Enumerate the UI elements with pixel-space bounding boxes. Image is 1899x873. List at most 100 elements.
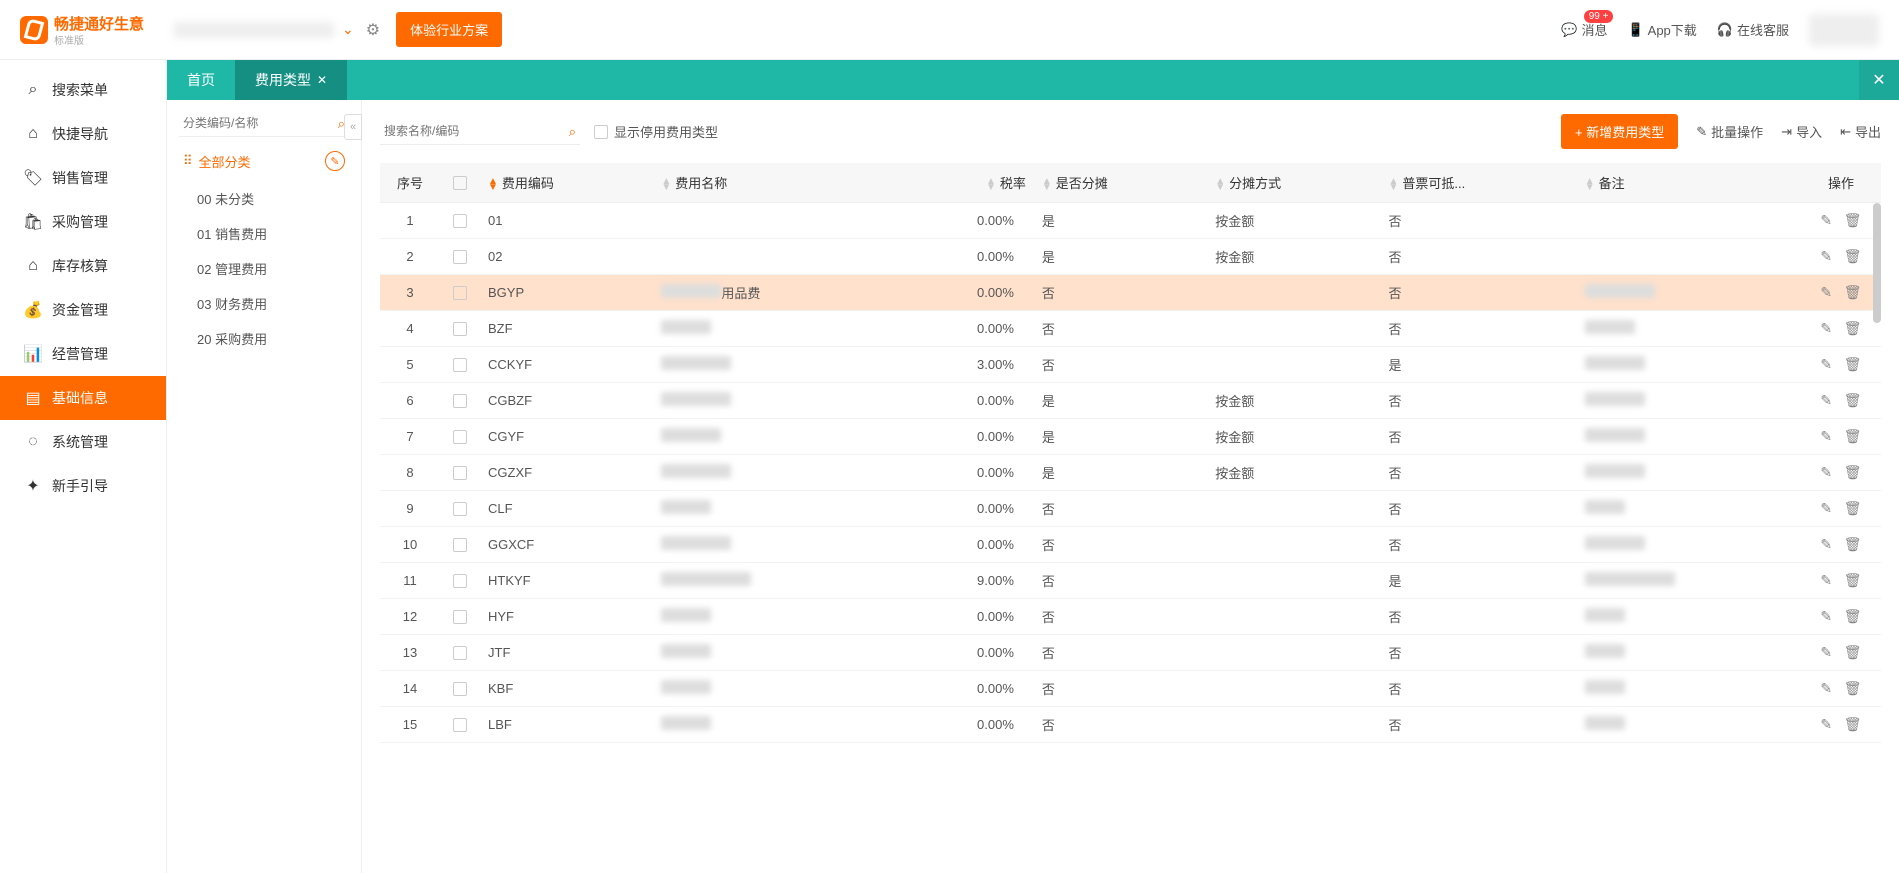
cell-checkbox[interactable] xyxy=(440,419,480,455)
edit-icon[interactable]: ✎ xyxy=(1820,212,1832,228)
edit-icon[interactable]: ✎ xyxy=(1820,320,1832,336)
table-row[interactable]: 14 KBF 0.00% 否 否 ✎ 🗑 xyxy=(380,671,1881,707)
tab-0[interactable]: 首页 xyxy=(167,60,235,100)
delete-icon[interactable]: 🗑 xyxy=(1844,392,1862,408)
table-row[interactable]: 11 HTKYF 9.00% 否 是 ✎ 🗑 xyxy=(380,563,1881,599)
category-item-0[interactable]: 00 未分类 xyxy=(179,181,349,216)
delete-icon[interactable]: 🗑 xyxy=(1844,500,1862,516)
cell-checkbox[interactable] xyxy=(440,383,480,419)
table-row[interactable]: 8 CGZXF 0.00% 是 按金额 否 ✎ 🗑 xyxy=(380,455,1881,491)
tabbar-close-icon[interactable]: ✕ xyxy=(1859,60,1899,100)
edit-icon[interactable]: ✎ xyxy=(1820,680,1832,696)
category-item-3[interactable]: 03 财务费用 xyxy=(179,286,349,321)
cell-checkbox[interactable] xyxy=(440,311,480,347)
cell-checkbox[interactable] xyxy=(440,275,480,311)
collapse-handle[interactable]: « xyxy=(344,114,362,140)
cell-checkbox[interactable] xyxy=(440,707,480,743)
scrollbar[interactable] xyxy=(1873,203,1881,323)
cell-checkbox[interactable] xyxy=(440,563,480,599)
table-row[interactable]: 12 HYF 0.00% 否 否 ✎ 🗑 xyxy=(380,599,1881,635)
cell-checkbox[interactable] xyxy=(440,527,480,563)
category-search-input[interactable] xyxy=(179,110,349,137)
col-method[interactable]: ▲▼分摊方式 xyxy=(1207,163,1380,203)
delete-icon[interactable]: 🗑 xyxy=(1844,284,1862,300)
delete-icon[interactable]: 🗑 xyxy=(1844,212,1862,228)
edit-icon[interactable]: ✎ xyxy=(325,151,345,171)
edit-icon[interactable]: ✎ xyxy=(1820,464,1832,480)
add-expense-type-button[interactable]: + 新增费用类型 xyxy=(1561,114,1678,149)
support-link[interactable]: 🎧 在线客服 xyxy=(1717,20,1789,39)
cell-checkbox[interactable] xyxy=(440,455,480,491)
gear-icon[interactable]: ⚙ xyxy=(366,20,380,40)
cell-checkbox[interactable] xyxy=(440,239,480,275)
sidebar-item-4[interactable]: ⌂库存核算 xyxy=(0,244,166,288)
cell-checkbox[interactable] xyxy=(440,491,480,527)
category-item-2[interactable]: 02 管理费用 xyxy=(179,251,349,286)
cell-checkbox[interactable] xyxy=(440,599,480,635)
table-row[interactable]: 2 02 0.00% 是 按金额 否 ✎ 🗑 xyxy=(380,239,1881,275)
close-icon[interactable]: ✕ xyxy=(317,73,327,87)
edit-icon[interactable]: ✎ xyxy=(1820,608,1832,624)
messages-link[interactable]: 💬 消息 99 + xyxy=(1561,20,1607,39)
sidebar-item-5[interactable]: 💰资金管理 xyxy=(0,288,166,332)
category-title[interactable]: ⠿ 全部分类 ✎ xyxy=(179,137,349,181)
delete-icon[interactable]: 🗑 xyxy=(1844,572,1862,588)
table-row[interactable]: 4 BZF 0.00% 否 否 ✎ 🗑 xyxy=(380,311,1881,347)
sidebar-item-0[interactable]: ⌕搜索菜单 xyxy=(0,68,166,112)
delete-icon[interactable]: 🗑 xyxy=(1844,356,1862,372)
edit-icon[interactable]: ✎ xyxy=(1820,572,1832,588)
edit-icon[interactable]: ✎ xyxy=(1820,392,1832,408)
table-row[interactable]: 3 BGYP 用品费 0.00% 否 否 ✎ 🗑 xyxy=(380,275,1881,311)
experience-button[interactable]: 体验行业方案 xyxy=(396,12,502,47)
table-row[interactable]: 13 JTF 0.00% 否 否 ✎ 🗑 xyxy=(380,635,1881,671)
sidebar-item-7[interactable]: ▤基础信息 xyxy=(0,376,166,420)
edit-icon[interactable]: ✎ xyxy=(1820,248,1832,264)
cell-checkbox[interactable] xyxy=(440,671,480,707)
batch-operate-button[interactable]: ✎ 批量操作 xyxy=(1696,122,1763,141)
table-row[interactable]: 9 CLF 0.00% 否 否 ✎ 🗑 xyxy=(380,491,1881,527)
edit-icon[interactable]: ✎ xyxy=(1820,356,1832,372)
import-button[interactable]: ⇥ 导入 xyxy=(1781,122,1822,141)
col-deduct[interactable]: ▲▼普票可抵... xyxy=(1381,163,1577,203)
company-select[interactable]: ⌄ xyxy=(174,21,354,38)
cell-checkbox[interactable] xyxy=(440,203,480,239)
col-seq[interactable]: 序号 xyxy=(380,163,440,203)
category-item-4[interactable]: 20 采购费用 xyxy=(179,321,349,356)
sidebar-item-9[interactable]: ✦新手引导 xyxy=(0,464,166,508)
edit-icon[interactable]: ✎ xyxy=(1820,284,1832,300)
sidebar-item-3[interactable]: 🛍采购管理 xyxy=(0,200,166,244)
avatar[interactable] xyxy=(1809,14,1879,46)
col-allocate[interactable]: ▲▼是否分摊 xyxy=(1034,163,1207,203)
delete-icon[interactable]: 🗑 xyxy=(1844,536,1862,552)
col-checkbox[interactable] xyxy=(440,163,480,203)
table-row[interactable]: 1 01 0.00% 是 按金额 否 ✎ 🗑 xyxy=(380,203,1881,239)
table-row[interactable]: 7 CGYF 0.00% 是 按金额 否 ✎ 🗑 xyxy=(380,419,1881,455)
col-remark[interactable]: ▲▼备注 xyxy=(1577,163,1801,203)
delete-icon[interactable]: 🗑 xyxy=(1844,464,1862,480)
edit-icon[interactable]: ✎ xyxy=(1820,644,1832,660)
export-button[interactable]: ⇤ 导出 xyxy=(1840,122,1881,141)
search-icon[interactable]: ⌕ xyxy=(569,124,576,140)
table-search-input[interactable] xyxy=(380,118,580,145)
delete-icon[interactable]: 🗑 xyxy=(1844,320,1862,336)
delete-icon[interactable]: 🗑 xyxy=(1844,608,1862,624)
edit-icon[interactable]: ✎ xyxy=(1820,428,1832,444)
tab-1[interactable]: 费用类型✕ xyxy=(235,60,347,100)
edit-icon[interactable]: ✎ xyxy=(1820,716,1832,732)
table-row[interactable]: 15 LBF 0.00% 否 否 ✎ 🗑 xyxy=(380,707,1881,743)
delete-icon[interactable]: 🗑 xyxy=(1844,644,1862,660)
col-code[interactable]: ▲▼费用编码 xyxy=(480,163,653,203)
cell-checkbox[interactable] xyxy=(440,635,480,671)
table-row[interactable]: 10 GGXCF 0.00% 否 否 ✎ 🗑 xyxy=(380,527,1881,563)
delete-icon[interactable]: 🗑 xyxy=(1844,428,1862,444)
edit-icon[interactable]: ✎ xyxy=(1820,500,1832,516)
edit-icon[interactable]: ✎ xyxy=(1820,536,1832,552)
delete-icon[interactable]: 🗑 xyxy=(1844,716,1862,732)
table-row[interactable]: 5 CCKYF 3.00% 否 是 ✎ 🗑 xyxy=(380,347,1881,383)
cell-checkbox[interactable] xyxy=(440,347,480,383)
col-name[interactable]: ▲▼费用名称 xyxy=(653,163,896,203)
sidebar-item-6[interactable]: 📊经营管理 xyxy=(0,332,166,376)
table-scroll[interactable]: 序号 ▲▼费用编码 ▲▼费用名称 ▲▼税率 ▲▼是否分摊 ▲▼分摊方式 ▲▼普票… xyxy=(380,163,1881,873)
sidebar-item-2[interactable]: 🏷销售管理 xyxy=(0,156,166,200)
table-row[interactable]: 6 CGBZF 0.00% 是 按金额 否 ✎ 🗑 xyxy=(380,383,1881,419)
